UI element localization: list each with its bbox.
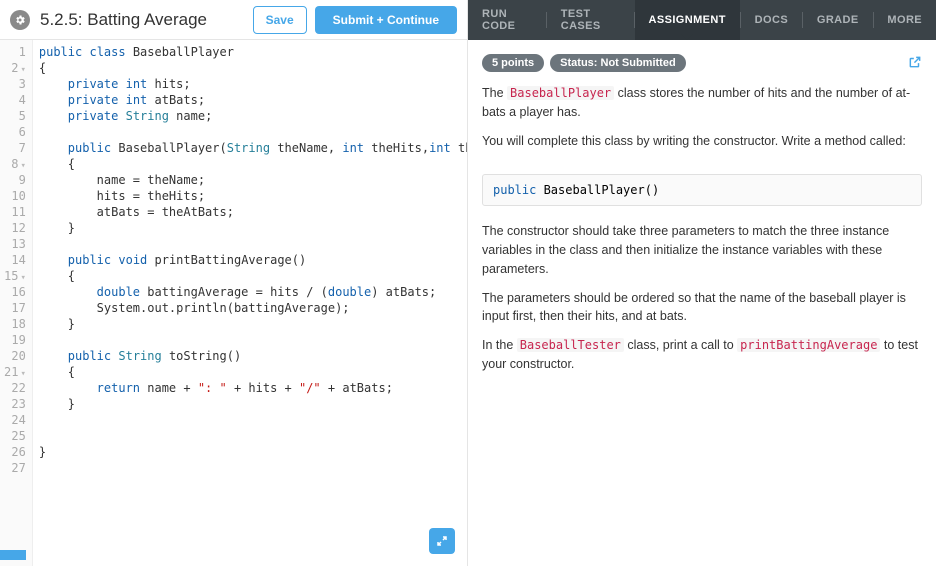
code-line[interactable]: public class BaseballPlayer (39, 44, 467, 60)
code-line[interactable] (39, 332, 467, 348)
line-number: 21 (4, 364, 26, 380)
line-number: 13 (4, 236, 26, 252)
text: The constructor should take three parame… (482, 222, 922, 278)
assignment-description: The BaseballPlayer class stores the numb… (468, 78, 936, 166)
nav-tab-more[interactable]: MORE (873, 0, 936, 40)
nav-tab-run-code[interactable]: RUN CODE (468, 0, 546, 40)
accent-stripe (0, 550, 26, 560)
line-number: 22 (4, 380, 26, 396)
code-line[interactable]: private int hits; (39, 76, 467, 92)
code-line[interactable] (39, 428, 467, 444)
code-line[interactable]: { (39, 60, 467, 76)
code-text: BaseballPlayer() (536, 183, 659, 197)
text: In the (482, 338, 517, 352)
line-number: 19 (4, 332, 26, 348)
text: The parameters should be ordered so that… (482, 289, 922, 327)
code-line[interactable] (39, 412, 467, 428)
right-pane-nav: RUN CODETEST CASESASSIGNMENTDOCSGRADEMOR… (468, 0, 936, 40)
line-number: 7 (4, 140, 26, 156)
code-line[interactable]: public void printBattingAverage() (39, 252, 467, 268)
code-snippet-box: public BaseballPlayer() (482, 174, 922, 206)
assignment-description-cont: The constructor should take three parame… (468, 216, 936, 389)
line-number: 6 (4, 124, 26, 140)
code-line[interactable]: } (39, 316, 467, 332)
code-editor[interactable]: 1234567891011121314151617181920212223242… (0, 40, 467, 566)
line-number: 4 (4, 92, 26, 108)
line-number: 2 (4, 60, 26, 76)
line-number: 11 (4, 204, 26, 220)
editor-toolbar: 5.2.5: Batting Average Save Submit + Con… (0, 0, 467, 40)
code-line[interactable]: return name + ": " + hits + "/" + atBats… (39, 380, 467, 396)
code-line[interactable] (39, 236, 467, 252)
code-line[interactable]: { (39, 364, 467, 380)
code-line[interactable]: { (39, 268, 467, 284)
code-line[interactable]: private int atBats; (39, 92, 467, 108)
points-badge: 5 points (482, 54, 544, 72)
code-line[interactable]: hits = theHits; (39, 188, 467, 204)
line-number: 20 (4, 348, 26, 364)
line-number: 8 (4, 156, 26, 172)
line-number: 9 (4, 172, 26, 188)
text: The (482, 86, 507, 100)
line-number: 23 (4, 396, 26, 412)
line-number: 15 (4, 268, 26, 284)
line-number: 24 (4, 412, 26, 428)
code-line[interactable]: } (39, 396, 467, 412)
inline-code: BaseballPlayer (507, 86, 614, 100)
inline-code: printBattingAverage (737, 338, 880, 352)
inline-code: BaseballTester (517, 338, 624, 352)
code-line[interactable]: atBats = theAtBats; (39, 204, 467, 220)
line-number: 17 (4, 300, 26, 316)
code-line[interactable]: double battingAverage = hits / (double) … (39, 284, 467, 300)
code-line[interactable]: name = theName; (39, 172, 467, 188)
code-line[interactable]: public BaseballPlayer(String theName, in… (39, 140, 467, 156)
text: class, print a call to (624, 338, 737, 352)
code-line[interactable] (39, 124, 467, 140)
line-number: 5 (4, 108, 26, 124)
line-number: 1 (4, 44, 26, 60)
text: You will complete this class by writing … (482, 132, 922, 151)
nav-tab-test-cases[interactable]: TEST CASES (547, 0, 634, 40)
gear-icon[interactable] (10, 10, 30, 30)
code-line[interactable]: { (39, 156, 467, 172)
status-badge: Status: Not Submitted (550, 54, 686, 72)
line-number: 26 (4, 444, 26, 460)
nav-tab-grade[interactable]: GRADE (803, 0, 873, 40)
code-content[interactable]: public class BaseballPlayer{ private int… (33, 40, 467, 566)
code-keyword: public (493, 183, 536, 197)
line-number: 10 (4, 188, 26, 204)
code-line[interactable] (39, 460, 467, 476)
code-line[interactable]: } (39, 220, 467, 236)
expand-editor-button[interactable] (429, 528, 455, 554)
line-number: 12 (4, 220, 26, 236)
code-line[interactable]: private String name; (39, 108, 467, 124)
external-link-icon[interactable] (908, 55, 922, 72)
line-number: 25 (4, 428, 26, 444)
assignment-header: 5 points Status: Not Submitted (468, 40, 936, 78)
nav-tab-assignment[interactable]: ASSIGNMENT (635, 0, 740, 40)
line-number: 14 (4, 252, 26, 268)
save-button[interactable]: Save (253, 6, 307, 34)
line-number-gutter: 1234567891011121314151617181920212223242… (0, 40, 33, 566)
line-number: 3 (4, 76, 26, 92)
code-line[interactable]: } (39, 444, 467, 460)
line-number: 16 (4, 284, 26, 300)
line-number: 18 (4, 316, 26, 332)
submit-continue-button[interactable]: Submit + Continue (315, 6, 457, 34)
nav-tab-docs[interactable]: DOCS (741, 0, 802, 40)
code-line[interactable]: System.out.println(battingAverage); (39, 300, 467, 316)
assignment-title: 5.2.5: Batting Average (40, 10, 245, 30)
code-line[interactable]: public String toString() (39, 348, 467, 364)
line-number: 27 (4, 460, 26, 476)
